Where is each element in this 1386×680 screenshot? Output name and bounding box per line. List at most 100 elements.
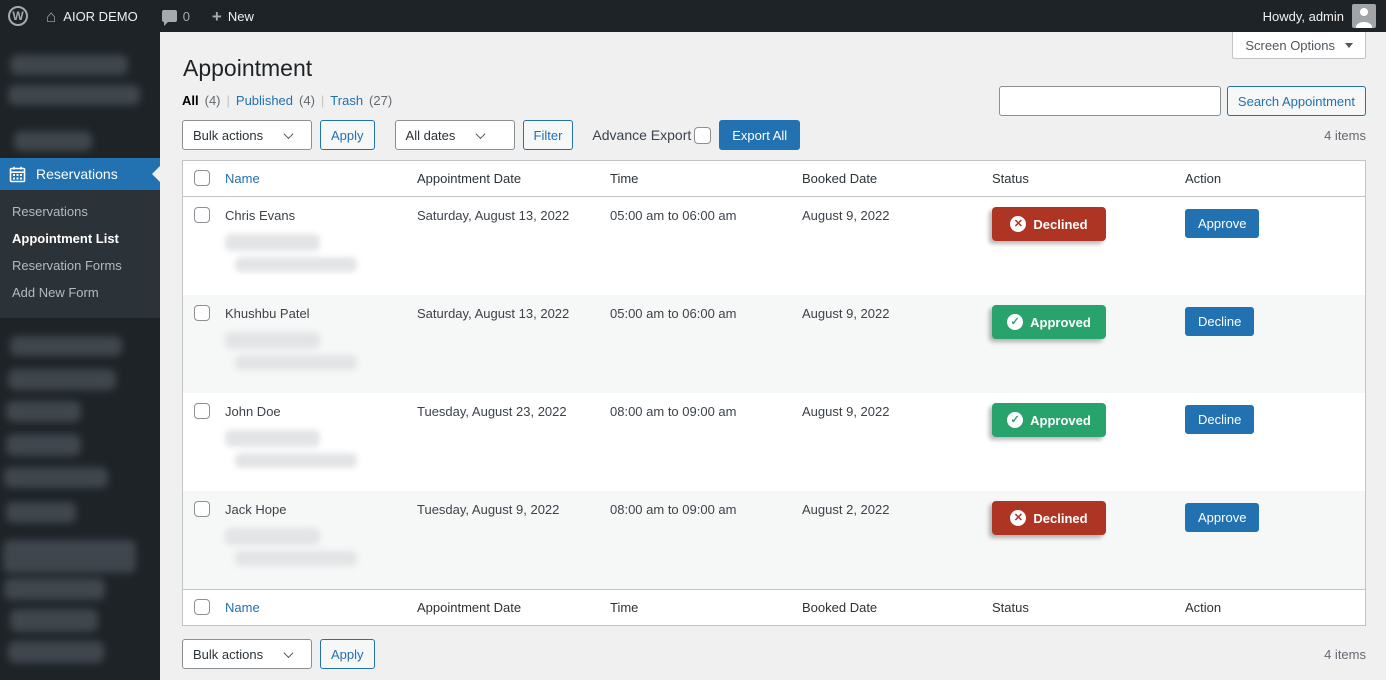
advance-export-checkbox[interactable] bbox=[694, 127, 711, 144]
search-appointment-button[interactable]: Search Appointment bbox=[1227, 86, 1366, 116]
sidebar-item-redacted[interactable] bbox=[8, 85, 140, 105]
bulk-actions-select-bottom[interactable]: Bulk actions bbox=[182, 639, 312, 669]
status-badge: ✓ Approved bbox=[992, 305, 1106, 339]
sidebar-item-add-new-form[interactable]: Add New Form bbox=[0, 279, 160, 306]
appointment-name: Chris Evans bbox=[225, 208, 407, 223]
view-count-all: (4) bbox=[205, 93, 221, 108]
select-all-checkbox[interactable] bbox=[194, 170, 210, 186]
column-header-action: Action bbox=[1175, 590, 1365, 625]
sidebar-item-redacted[interactable] bbox=[6, 401, 81, 422]
sidebar-item-reservations[interactable]: Reservations bbox=[0, 158, 160, 190]
redacted-contact-line bbox=[235, 257, 357, 272]
screen-options-button[interactable]: Screen Options bbox=[1232, 32, 1366, 59]
row-checkbox[interactable] bbox=[194, 501, 210, 517]
apply-button[interactable]: Apply bbox=[320, 120, 375, 150]
column-header-name[interactable]: Name bbox=[225, 171, 260, 186]
table-header-row: Name Appointment Date Time Booked Date S… bbox=[183, 161, 1365, 197]
approve-button[interactable]: Approve bbox=[1185, 503, 1259, 532]
status-label: Approved bbox=[1030, 315, 1091, 330]
approve-button[interactable]: Approve bbox=[1185, 209, 1259, 238]
chevron-down-icon bbox=[1345, 43, 1353, 48]
sidebar-item-redacted[interactable] bbox=[4, 578, 105, 600]
table-footer-row: Name Appointment Date Time Booked Date S… bbox=[183, 589, 1365, 625]
redacted-contact-line bbox=[225, 528, 320, 545]
sidebar-item-redacted[interactable] bbox=[8, 369, 116, 390]
toolbar-bottom: Bulk actions Apply 4 items bbox=[182, 639, 1366, 669]
bulk-actions-select[interactable]: Bulk actions bbox=[182, 120, 312, 150]
comment-count: 0 bbox=[183, 9, 190, 24]
items-count: 4 items bbox=[1324, 647, 1366, 662]
bulk-actions-value: Bulk actions bbox=[193, 128, 263, 143]
site-home-link[interactable]: ⌂ AIOR DEMO bbox=[46, 8, 138, 25]
status-badge: ✓ Approved bbox=[992, 403, 1106, 437]
table-row: Khushbu Patel Saturday, August 13, 2022 … bbox=[183, 295, 1365, 393]
select-all-checkbox[interactable] bbox=[194, 599, 210, 615]
comment-bubble-icon bbox=[162, 10, 177, 22]
view-link-all[interactable]: All bbox=[182, 93, 199, 108]
search-input[interactable] bbox=[999, 86, 1221, 116]
sidebar-item-redacted[interactable] bbox=[4, 467, 108, 488]
column-header-appointment-date: Appointment Date bbox=[407, 161, 600, 196]
row-checkbox[interactable] bbox=[194, 207, 210, 223]
appointment-name: John Doe bbox=[225, 404, 407, 419]
appointment-time: 05:00 am to 06:00 am bbox=[600, 295, 792, 393]
redacted-contact-line bbox=[225, 430, 320, 447]
sidebar-item-redacted[interactable] bbox=[3, 540, 136, 573]
table-row: Chris Evans Saturday, August 13, 2022 05… bbox=[183, 197, 1365, 295]
sidebar-item-redacted[interactable] bbox=[10, 609, 98, 632]
booked-date: August 9, 2022 bbox=[792, 295, 982, 393]
column-header-time: Time bbox=[600, 590, 792, 625]
table-row: John Doe Tuesday, August 23, 2022 08:00 … bbox=[183, 393, 1365, 491]
appointment-time: 08:00 am to 09:00 am bbox=[600, 393, 792, 491]
toolbar-top: Bulk actions Apply All dates Filter Adva… bbox=[182, 120, 1366, 150]
sidebar-item-redacted[interactable] bbox=[10, 55, 128, 75]
sidebar-item-reservations-sub[interactable]: Reservations bbox=[0, 198, 160, 225]
sidebar-item-redacted[interactable] bbox=[6, 502, 76, 523]
redacted-contact-line bbox=[235, 551, 357, 566]
sidebar-item-redacted[interactable] bbox=[6, 434, 81, 456]
row-checkbox[interactable] bbox=[194, 305, 210, 321]
booked-date: August 9, 2022 bbox=[792, 197, 982, 295]
separator: | bbox=[227, 93, 230, 108]
view-count-published: (4) bbox=[299, 93, 315, 108]
x-circle-icon: ✕ bbox=[1010, 510, 1026, 526]
sidebar-item-reservation-forms[interactable]: Reservation Forms bbox=[0, 252, 160, 279]
decline-button[interactable]: Decline bbox=[1185, 405, 1254, 434]
row-checkbox[interactable] bbox=[194, 403, 210, 419]
appointment-date: Tuesday, August 23, 2022 bbox=[407, 393, 600, 491]
wordpress-logo-icon[interactable]: W bbox=[8, 6, 28, 26]
view-link-trash[interactable]: Trash bbox=[330, 93, 363, 108]
reservations-submenu: Reservations Appointment List Reservatio… bbox=[0, 190, 160, 318]
column-header-time: Time bbox=[600, 161, 792, 196]
howdy-admin-link[interactable]: Howdy, admin bbox=[1263, 9, 1344, 24]
decline-button[interactable]: Decline bbox=[1185, 307, 1254, 336]
x-circle-icon: ✕ bbox=[1010, 216, 1026, 232]
apply-button-bottom[interactable]: Apply bbox=[320, 639, 375, 669]
user-avatar[interactable] bbox=[1352, 4, 1376, 28]
view-link-published[interactable]: Published bbox=[236, 93, 293, 108]
status-label: Declined bbox=[1033, 217, 1087, 232]
home-icon: ⌂ bbox=[46, 8, 56, 25]
filter-button[interactable]: Filter bbox=[523, 120, 574, 150]
redacted-contact-line bbox=[235, 453, 357, 468]
export-all-button[interactable]: Export All bbox=[719, 120, 800, 150]
redacted-contact-line bbox=[225, 234, 320, 251]
dates-filter-select[interactable]: All dates bbox=[395, 120, 515, 150]
sidebar-item-redacted[interactable] bbox=[8, 641, 104, 663]
screen-options-label: Screen Options bbox=[1245, 38, 1335, 53]
column-header-name[interactable]: Name bbox=[225, 600, 260, 615]
column-header-booked-date: Booked Date bbox=[792, 161, 982, 196]
new-label: New bbox=[228, 9, 254, 24]
booked-date: August 9, 2022 bbox=[792, 393, 982, 491]
appointment-date: Saturday, August 13, 2022 bbox=[407, 295, 600, 393]
comments-indicator[interactable]: 0 bbox=[162, 9, 190, 24]
new-content-button[interactable]: + New bbox=[212, 8, 254, 25]
admin-sidebar: Reservations Reservations Appointment Li… bbox=[0, 32, 160, 680]
sidebar-item-redacted[interactable] bbox=[10, 336, 122, 356]
sidebar-item-redacted[interactable] bbox=[14, 131, 92, 151]
view-count-trash: (27) bbox=[369, 93, 392, 108]
separator: | bbox=[321, 93, 324, 108]
appointment-time: 05:00 am to 06:00 am bbox=[600, 197, 792, 295]
appointment-time: 08:00 am to 09:00 am bbox=[600, 491, 792, 589]
sidebar-item-appointment-list[interactable]: Appointment List bbox=[0, 225, 160, 252]
